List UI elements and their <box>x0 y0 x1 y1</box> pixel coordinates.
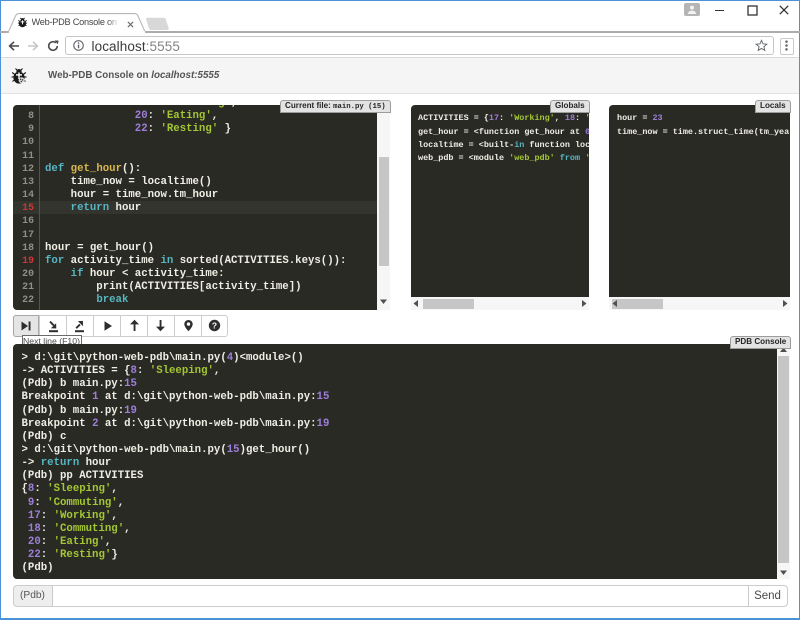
svg-text:?: ? <box>212 320 217 330</box>
